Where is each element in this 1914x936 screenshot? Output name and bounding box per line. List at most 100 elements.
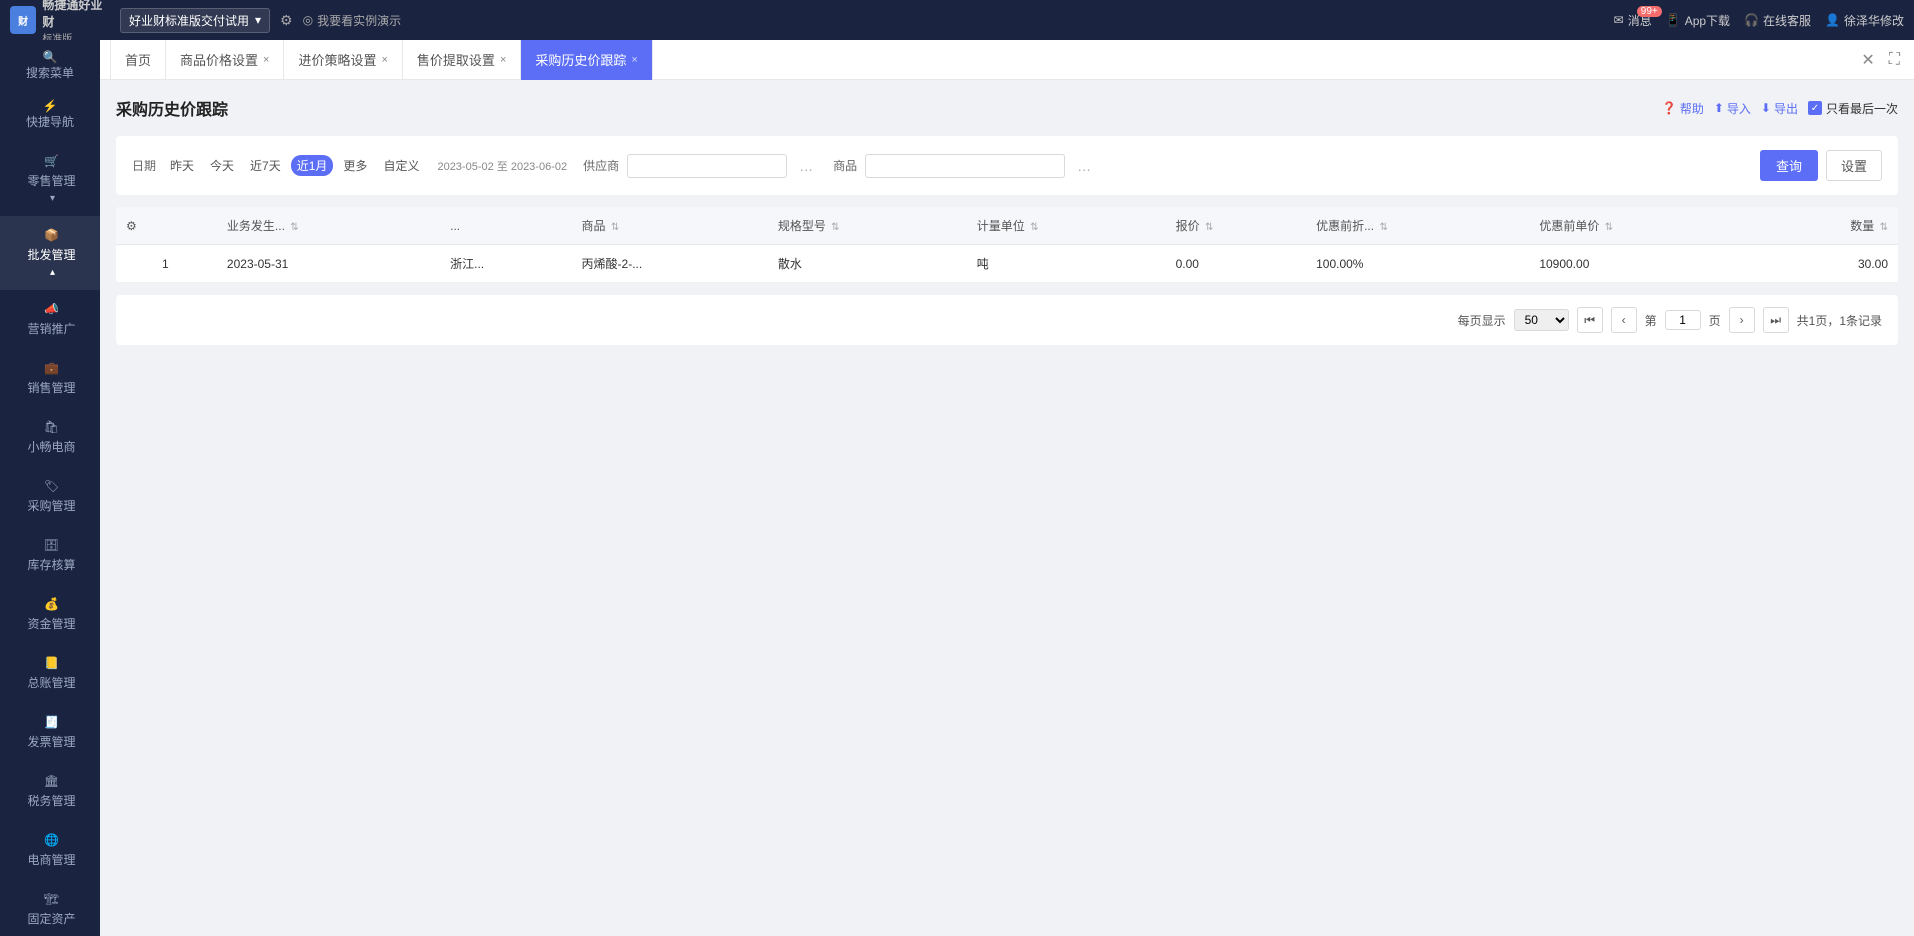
sidebar-item-fixed-assets[interactable]: 🏗 固定资产 [0, 880, 100, 936]
inventory-icon: 🗄 [44, 538, 59, 552]
sidebar-item-ecommerce[interactable]: 🌐 电商管理 [0, 821, 100, 880]
date-pill-yesterday[interactable]: 昨天 [164, 155, 200, 176]
sidebar-item-finance[interactable]: 💰 资金管理 [0, 585, 100, 644]
message-icon: ✉ [1614, 13, 1624, 27]
sidebar-item-sales[interactable]: 💼 销售管理 [0, 349, 100, 408]
th-gear[interactable]: ⚙ [116, 207, 152, 245]
th-product[interactable]: 商品 ⇅ [572, 207, 768, 245]
sidebar-item-retail[interactable]: 🛒 零售管理 ▾ [0, 142, 100, 216]
date-pill-today[interactable]: 今天 [204, 155, 240, 176]
topbar-center: 好业财标准版交付试用 ▾ ⚙ ◎ 我要看实例演示 [110, 8, 1614, 33]
th-pre-discount-price[interactable]: 优惠前单价 ⇅ [1529, 207, 1757, 245]
sort-icon: ⇅ [1030, 222, 1038, 233]
tab-history-price[interactable]: 采购历史价跟踪 × [521, 40, 652, 80]
th-quantity[interactable]: 数量 ⇅ [1757, 207, 1898, 245]
export-link[interactable]: ⬇ 导出 [1761, 100, 1798, 117]
only-latest-checkbox[interactable]: ✓ 只看最后一次 [1808, 100, 1898, 117]
sidebar-item-label: 销售管理 [27, 379, 75, 396]
product-input[interactable] [865, 154, 1065, 178]
settings-icon[interactable]: ⚙ [280, 12, 293, 29]
invoice-icon: 🧾 [44, 715, 59, 729]
prev-page-button[interactable]: ‹ [1611, 307, 1637, 333]
th-more[interactable]: ... [440, 207, 571, 245]
page-label: 第 [1645, 312, 1657, 329]
sidebar-search[interactable]: 🔍 搜索菜单 [0, 40, 100, 91]
help-link[interactable]: ❓ 帮助 [1662, 100, 1704, 117]
query-button[interactable]: 查询 [1760, 150, 1818, 181]
import-link[interactable]: ⬆ 导入 [1714, 100, 1751, 117]
sidebar-item-label: 税务管理 [27, 792, 75, 809]
tab-close-icon[interactable]: × [263, 54, 269, 66]
total-label: 共1页，1条记录 [1797, 312, 1882, 329]
tab-maximize-button[interactable]: ⛶ [1885, 51, 1904, 69]
nav-icon: ⚡ [4, 99, 96, 113]
sidebar-item-label: 电商管理 [27, 851, 75, 868]
sidebar-quick-nav[interactable]: ⚡ 快捷导航 [0, 91, 100, 138]
tab-sale-price[interactable]: 售价提取设置 × [403, 40, 521, 80]
row-supplier: 浙江... [440, 245, 571, 283]
tab-close-icon[interactable]: × [381, 54, 387, 66]
sidebar-item-tax[interactable]: 🏛 税务管理 [0, 762, 100, 821]
date-pill-custom[interactable]: 自定义 [377, 155, 425, 176]
next-page-button[interactable]: › [1729, 307, 1755, 333]
th-discount[interactable]: 优惠前折... ⇅ [1306, 207, 1529, 245]
sidebar-item-ecommerce-small[interactable]: 🛍 小畅电商 [0, 408, 100, 467]
sidebar-item-purchase[interactable]: 🏷 采购管理 [0, 467, 100, 526]
th-spec[interactable]: 规格型号 ⇅ [768, 207, 967, 245]
th-unit[interactable]: 计量单位 ⇅ [967, 207, 1166, 245]
product-more-icon[interactable]: … [1073, 158, 1095, 174]
th-label: 优惠前单价 [1539, 219, 1599, 233]
per-page-select[interactable]: 50 100 200 [1514, 309, 1569, 331]
th-seq [152, 207, 217, 245]
download-icon: 📱 [1666, 13, 1681, 27]
sort-icon: ⇅ [1205, 222, 1213, 233]
th-quoted-price[interactable]: 报价 ⇅ [1166, 207, 1307, 245]
app-name: 畅捷通好业财 [42, 0, 110, 30]
first-page-button[interactable]: ⏮ [1577, 307, 1603, 333]
date-pill-7days[interactable]: 近7天 [244, 155, 287, 176]
per-page-label: 每页显示 [1458, 312, 1506, 329]
settings-button[interactable]: 设置 [1826, 150, 1882, 181]
tab-label: 售价提取设置 [417, 50, 495, 69]
tab-purchase-strategy[interactable]: 进价策略设置 × [284, 40, 402, 80]
online-service-button[interactable]: 🎧 在线客服 [1744, 12, 1811, 29]
tab-price[interactable]: 商品价格设置 × [166, 40, 284, 80]
sidebar-item-inventory[interactable]: 🗄 库存核算 [0, 526, 100, 585]
version-select[interactable]: 好业财标准版交付试用 ▾ [120, 8, 270, 33]
sidebar-item-invoice[interactable]: 🧾 发票管理 [0, 703, 100, 762]
row-unit: 吨 [967, 245, 1166, 283]
sidebar-item-label: 采购管理 [27, 497, 75, 514]
tab-label: 进价策略设置 [298, 50, 376, 69]
purchase-icon: 🏷 [44, 479, 59, 493]
th-biz-date[interactable]: 业务发生... ⇅ [217, 207, 440, 245]
sidebar-item-label: 批发管理 [27, 246, 75, 263]
sort-icon: ⇅ [1379, 222, 1387, 233]
supplier-input[interactable] [627, 154, 787, 178]
tax-icon: 🏛 [44, 774, 59, 788]
last-page-button[interactable]: ⏭ [1763, 307, 1789, 333]
sidebar-item-wholesale[interactable]: 📦 批发管理 ▴ [0, 216, 100, 290]
tab-home[interactable]: 首页 [110, 40, 166, 80]
import-icon: ⬆ [1714, 101, 1724, 115]
date-pill-1month[interactable]: 近1月 [291, 155, 334, 176]
tab-close-window-button[interactable]: ✕ [1857, 50, 1878, 70]
checkbox-checked-icon: ✓ [1808, 101, 1822, 115]
tab-close-icon[interactable]: × [631, 54, 637, 66]
date-pills: 昨天 今天 近7天 近1月 更多 自定义 [164, 155, 425, 176]
demo-link[interactable]: ◎ 我要看实例演示 [303, 12, 402, 29]
sidebar: 🔍 搜索菜单 ⚡ 快捷导航 🛒 零售管理 ▾ 📦 批发管理 ▴ 📣 营销推广 💼… [0, 40, 100, 936]
sidebar-item-general-ledger[interactable]: 📒 总账管理 [0, 644, 100, 703]
date-range-text: 2023-05-02 至 2023-06-02 [437, 158, 567, 174]
tab-close-icon[interactable]: × [500, 54, 506, 66]
date-pill-more[interactable]: 更多 [337, 155, 373, 176]
sidebar-item-label: 小畅电商 [27, 438, 75, 455]
message-button[interactable]: ✉ 消息 99+ [1614, 12, 1652, 29]
tab-label: 采购历史价跟踪 [535, 50, 626, 69]
sort-icon: ⇅ [1880, 222, 1888, 233]
page-number-input[interactable]: 1 [1665, 310, 1701, 330]
app-download-button[interactable]: 📱 App下载 [1666, 12, 1730, 29]
sidebar-item-marketing[interactable]: 📣 营销推广 [0, 290, 100, 349]
supplier-more-icon[interactable]: … [795, 158, 817, 174]
user-menu-button[interactable]: 👤 徐泽华修改 [1825, 12, 1904, 29]
sales-icon: 💼 [44, 361, 59, 375]
